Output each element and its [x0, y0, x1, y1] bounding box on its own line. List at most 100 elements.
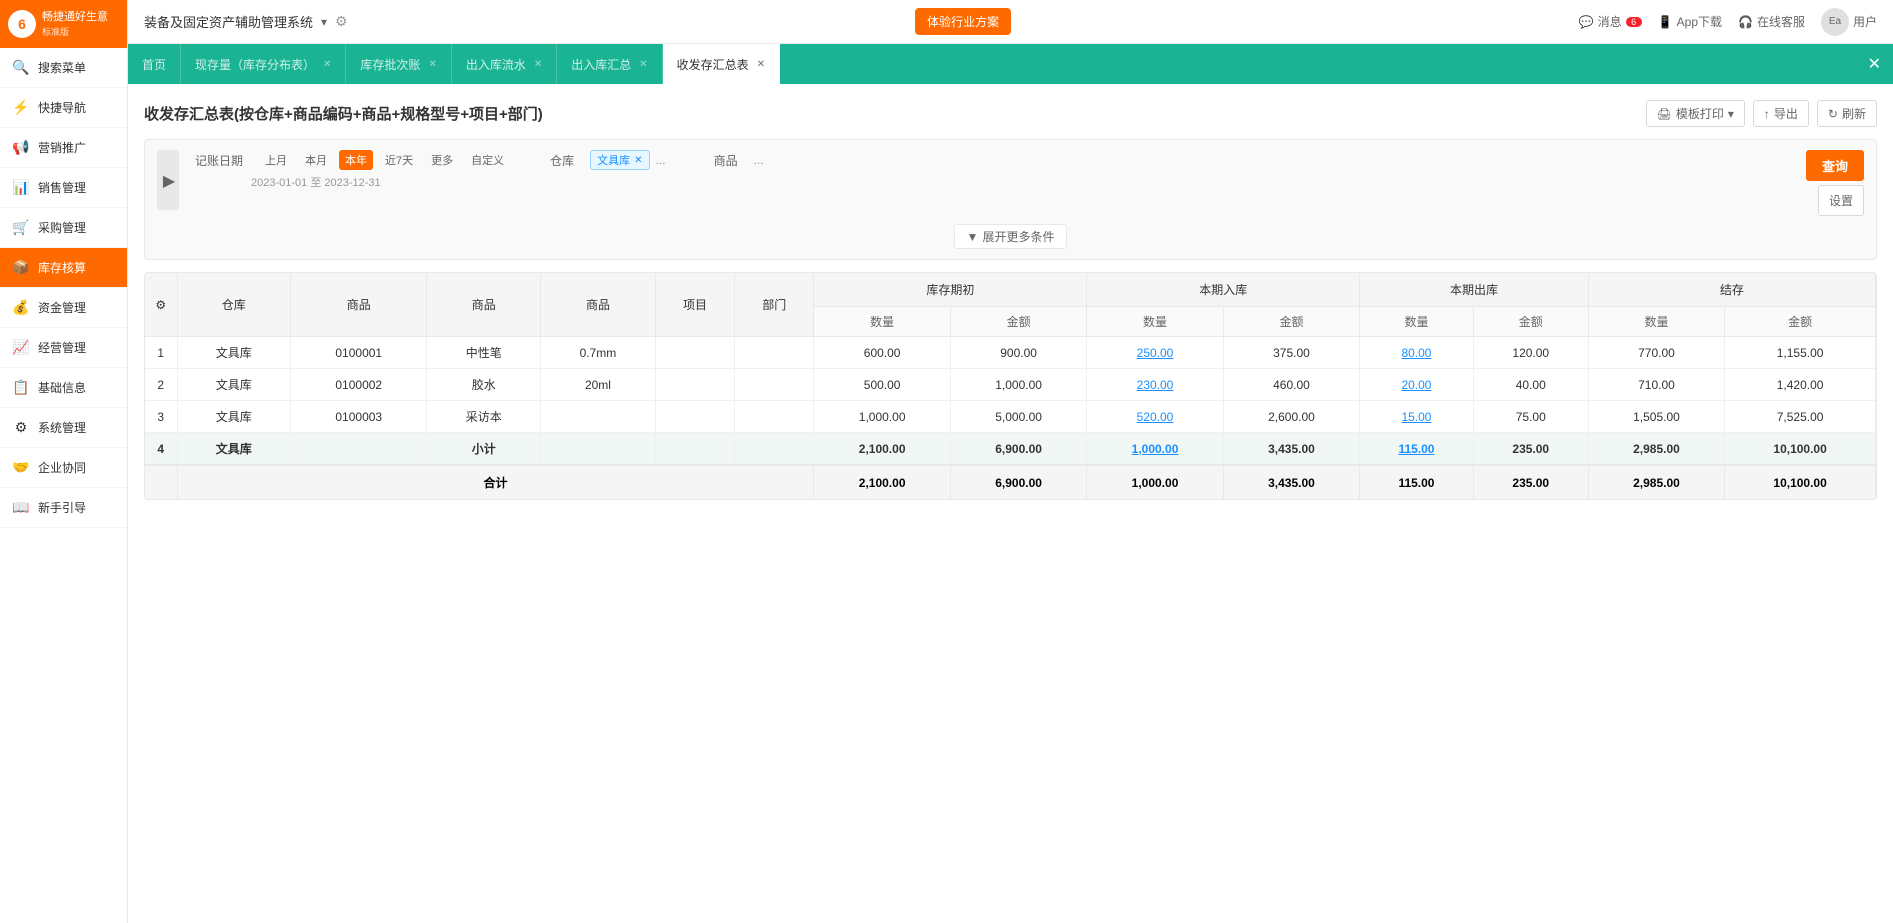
- cell-out-qty[interactable]: 15.00: [1360, 401, 1474, 433]
- date-shortcut-近7天[interactable]: 近7天: [379, 150, 419, 170]
- sidebar-label: 新手引导: [38, 499, 86, 516]
- cell-out-qty[interactable]: 115.00: [1360, 433, 1474, 466]
- tab-首页[interactable]: 首页: [128, 44, 181, 84]
- cell-in-amt: 3,435.00: [1223, 433, 1359, 466]
- col-open-qty: 数量: [814, 307, 950, 337]
- tab-label: 出入库汇总: [571, 56, 631, 73]
- app-download-button[interactable]: 📱 App下载: [1658, 13, 1722, 30]
- footer-in-amt: 3,435.00: [1223, 465, 1359, 499]
- cell-dept: [735, 401, 814, 433]
- sidebar-icon: ⚡: [12, 99, 30, 116]
- cell-dept: [735, 433, 814, 466]
- export-button[interactable]: ↑ 导出: [1753, 100, 1809, 127]
- col-gear[interactable]: ⚙: [145, 273, 177, 337]
- cell-no: 3: [145, 401, 177, 433]
- sidebar-item-搜索菜单[interactable]: 🔍搜索菜单: [0, 48, 127, 88]
- tab-close-icon[interactable]: ✕: [639, 59, 647, 70]
- tab-close-icon[interactable]: ✕: [428, 59, 436, 70]
- cell-no: 1: [145, 337, 177, 369]
- sidebar-item-基础信息[interactable]: 📋基础信息: [0, 368, 127, 408]
- user-button[interactable]: Ea 用户: [1821, 8, 1877, 36]
- cell-out-qty[interactable]: 20.00: [1360, 369, 1474, 401]
- warehouse-tag-close[interactable]: ✕: [634, 155, 642, 166]
- sidebar-item-系统管理[interactable]: ⚙系统管理: [0, 408, 127, 448]
- main-area: 装备及固定资产辅助管理系统 ▾ ⚙ 体验行业方案 💬 消息 6 📱 App下载 …: [128, 0, 1893, 923]
- page-title: 收发存汇总表(按仓库+商品编码+商品+规格型号+项目+部门): [144, 103, 543, 124]
- sidebar-item-库存核算[interactable]: 📦库存核算: [0, 248, 127, 288]
- tab-库存批次账[interactable]: 库存批次账✕: [346, 44, 451, 84]
- tab-现存量（库存分布表）[interactable]: 现存量（库存分布表） ✕: [181, 44, 346, 84]
- header-right: 💬 消息 6 📱 App下载 🎧 在线客服 Ea 用户: [1579, 8, 1877, 36]
- sidebar-item-企业协同[interactable]: 🤝企业协同: [0, 448, 127, 488]
- sidebar-item-采购管理[interactable]: 🛒采购管理: [0, 208, 127, 248]
- cell-bal-amt: 7,525.00: [1725, 401, 1876, 433]
- cell-project: [655, 337, 734, 369]
- cell-in-qty[interactable]: 520.00: [1087, 401, 1223, 433]
- cell-out-amt: 40.00: [1473, 369, 1588, 401]
- sidebar-item-资金管理[interactable]: 💰 资金管理: [0, 288, 127, 328]
- sidebar-label: 企业协同: [38, 459, 86, 476]
- trial-button[interactable]: 体验行业方案: [915, 8, 1011, 35]
- date-shortcut-自定义[interactable]: 自定义: [465, 150, 510, 170]
- sidebar-item-快捷导航[interactable]: ⚡快捷导航: [0, 88, 127, 128]
- warehouse-tags: 文具库 ✕ ...: [590, 150, 665, 170]
- cell-in-qty[interactable]: 230.00: [1087, 369, 1223, 401]
- sidebar-item-营销推广[interactable]: 📢营销推广: [0, 128, 127, 168]
- refresh-icon: ↻: [1828, 107, 1838, 121]
- cell-project: [655, 401, 734, 433]
- cell-out-qty[interactable]: 80.00: [1360, 337, 1474, 369]
- cell-project: [655, 433, 734, 466]
- cell-name: 小计: [427, 433, 541, 466]
- tab-收发存汇总表[interactable]: 收发存汇总表 ✕: [663, 44, 780, 84]
- sidebar-item-销售管理[interactable]: 📊销售管理: [0, 168, 127, 208]
- cell-in-qty[interactable]: 1,000.00: [1087, 433, 1223, 466]
- refresh-button[interactable]: ↻ 刷新: [1817, 100, 1877, 127]
- cell-name: 采访本: [427, 401, 541, 433]
- cell-bal-qty: 2,985.00: [1588, 433, 1724, 466]
- sidebar-item-经营管理[interactable]: 📈经营管理: [0, 328, 127, 368]
- setting-button[interactable]: 设置: [1818, 185, 1864, 216]
- cell-spec: [540, 401, 655, 433]
- date-shortcut-本月[interactable]: 本月: [299, 150, 333, 170]
- sidebar-item-新手引导[interactable]: 📖新手引导: [0, 488, 127, 528]
- tab-label: 现存量（库存分布表）: [195, 56, 315, 73]
- warehouse-more[interactable]: ...: [656, 153, 666, 167]
- query-button[interactable]: 查询: [1806, 150, 1864, 181]
- date-shortcut-更多[interactable]: 更多: [425, 150, 459, 170]
- cell-spec: 20ml: [540, 369, 655, 401]
- goods-more[interactable]: ...: [754, 153, 764, 167]
- cell-bal-qty: 710.00: [1588, 369, 1724, 401]
- gear-icon[interactable]: ⚙: [335, 13, 348, 30]
- sidebar-icon: 🔍: [12, 59, 30, 76]
- cell-code: 0100003: [291, 401, 427, 433]
- tab-close-icon[interactable]: ✕: [757, 59, 765, 70]
- cell-warehouse: 文具库: [177, 337, 291, 369]
- tab-出入库汇总[interactable]: 出入库汇总 ✕: [557, 44, 662, 84]
- system-dropdown[interactable]: ▾: [321, 15, 327, 29]
- tab-label: 收发存汇总表: [677, 56, 749, 73]
- template-print-button[interactable]: 🖨 模板打印 ▾: [1646, 100, 1745, 127]
- expand-button[interactable]: ▼ 展开更多条件: [954, 224, 1068, 249]
- online-service-button[interactable]: 🎧 在线客服: [1738, 13, 1805, 30]
- date-shortcut-本年[interactable]: 本年: [339, 150, 373, 170]
- filter-toggle-button[interactable]: ▶: [157, 150, 179, 210]
- col-out-amt: 金额: [1473, 307, 1588, 337]
- tab-close-icon[interactable]: ✕: [323, 59, 331, 70]
- filter-search-col: 查询 设置: [1806, 150, 1864, 216]
- header-row-1: ⚙ 仓库 商品 商品 商品 项目 部门 库存期初 本期入库 本期出库 结存: [145, 273, 1876, 307]
- tabs-close-all[interactable]: ✕: [1856, 54, 1893, 74]
- date-shortcut-上月[interactable]: 上月: [259, 150, 293, 170]
- sidebar-label: 库存核算: [38, 259, 86, 276]
- cell-in-qty[interactable]: 250.00: [1087, 337, 1223, 369]
- sidebar-label: 资金管理: [38, 299, 86, 316]
- dropdown-icon: ▾: [1728, 107, 1734, 121]
- warehouse-tag[interactable]: 文具库 ✕: [590, 150, 649, 170]
- sidebar-label: 基础信息: [38, 379, 86, 396]
- col-project: 项目: [655, 273, 734, 337]
- message-button[interactable]: 💬 消息 6: [1579, 13, 1642, 30]
- table-footer-row: 合计 2,100.00 6,900.00 1,000.00 3,435.00 1…: [145, 465, 1876, 499]
- tab-出入库流水[interactable]: 出入库流水✕: [452, 44, 557, 84]
- col-warehouse: 仓库: [177, 273, 291, 337]
- sidebar-icon: 💰: [12, 299, 30, 316]
- tab-close-icon[interactable]: ✕: [534, 59, 542, 70]
